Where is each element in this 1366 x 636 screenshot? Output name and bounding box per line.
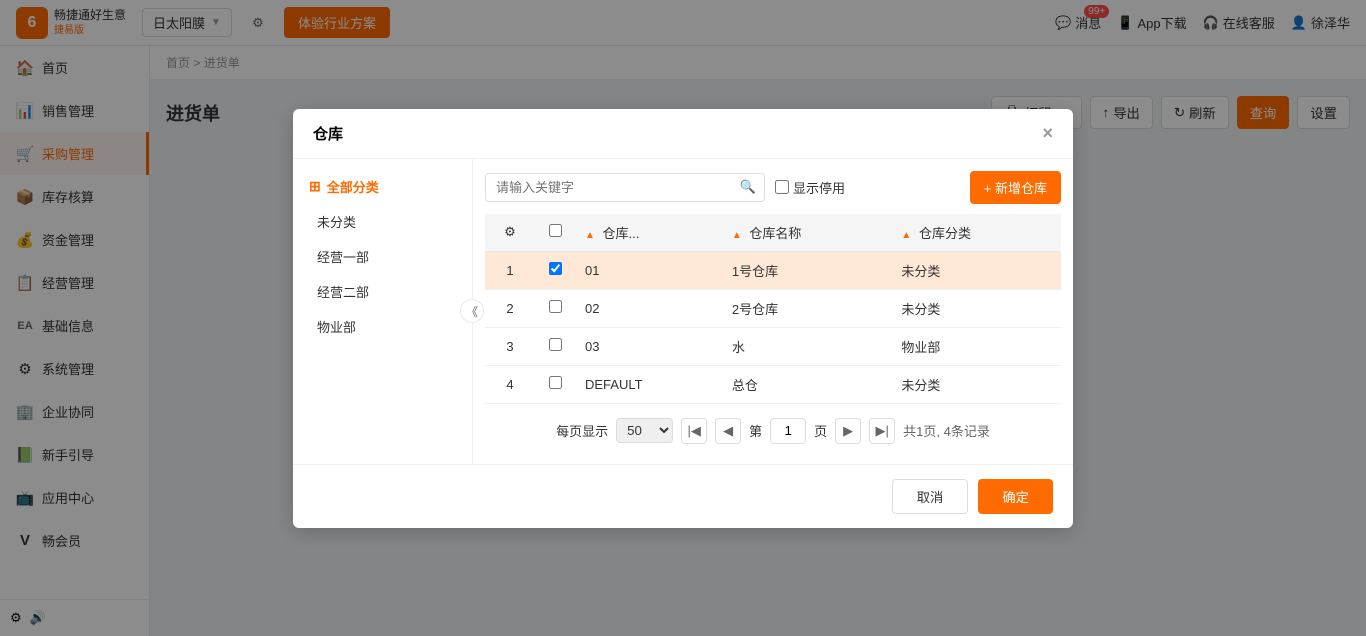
- th-category: ▲ 仓库分类: [891, 214, 1061, 252]
- row-checkbox-cell: [535, 365, 575, 403]
- warehouse-modal: 仓库 × ⊞ 全部分类 未分类 经营一部 经营二部 物业部 《: [293, 109, 1073, 528]
- category-item-property[interactable]: 物业部: [293, 309, 472, 344]
- show-disabled-checkbox[interactable]: [775, 180, 789, 194]
- table-row[interactable]: 2 02 2号仓库 未分类: [485, 289, 1061, 327]
- page-label: 第: [749, 421, 762, 440]
- sort-icon-cat: ▲: [901, 230, 911, 241]
- confirm-button[interactable]: 确定: [978, 479, 1053, 514]
- prev-page-button[interactable]: ◀: [715, 418, 741, 444]
- modal-title: 仓库: [313, 123, 343, 144]
- row-checkbox[interactable]: [549, 300, 562, 313]
- add-warehouse-button[interactable]: + 新增仓库: [970, 171, 1061, 204]
- category-sidebar: ⊞ 全部分类 未分类 经营一部 经营二部 物业部 《: [293, 159, 473, 464]
- row-category: 物业部: [891, 327, 1061, 365]
- row-name: 2号仓库: [722, 289, 892, 327]
- row-num: 1: [485, 251, 535, 289]
- table-row[interactable]: 3 03 水 物业部: [485, 327, 1061, 365]
- table-toolbar: 🔍 显示停用 + 新增仓库: [485, 171, 1061, 204]
- sort-icon-name: ▲: [732, 230, 742, 241]
- row-num: 3: [485, 327, 535, 365]
- row-category: 未分类: [891, 289, 1061, 327]
- modal-footer: 取消 确定: [293, 464, 1073, 528]
- pagination: 每页显示 50 100 |◀ ◀ 第 页 ▶ ▶| 共1页, 4条记录: [485, 404, 1061, 452]
- row-code: 03: [575, 327, 722, 365]
- row-checkbox[interactable]: [549, 376, 562, 389]
- row-checkbox-cell: [535, 289, 575, 327]
- row-code: 02: [575, 289, 722, 327]
- cancel-button[interactable]: 取消: [892, 479, 969, 514]
- modal-body: ⊞ 全部分类 未分类 经营一部 经营二部 物业部 《 🔍: [293, 159, 1073, 464]
- next-page-button[interactable]: ▶: [835, 418, 861, 444]
- category-all[interactable]: ⊞ 全部分类: [293, 169, 472, 204]
- grid-icon: ⊞: [309, 178, 321, 195]
- modal-header: 仓库 ×: [293, 109, 1073, 159]
- row-name: 水: [722, 327, 892, 365]
- th-checkbox: [535, 214, 575, 252]
- th-name: ▲ 仓库名称: [722, 214, 892, 252]
- row-name: 1号仓库: [722, 251, 892, 289]
- search-input-wrap: 🔍: [485, 173, 765, 202]
- row-name: 总仓: [722, 365, 892, 403]
- category-item-unclassified[interactable]: 未分类: [293, 204, 472, 239]
- show-disabled-label[interactable]: 显示停用: [775, 178, 845, 197]
- modal-close-button[interactable]: ×: [1042, 123, 1053, 144]
- search-input[interactable]: [486, 174, 732, 201]
- th-code: ▲ 仓库...: [575, 214, 722, 252]
- category-item-dept2[interactable]: 经营二部: [293, 274, 472, 309]
- row-code: DEFAULT: [575, 365, 722, 403]
- th-gear: ⚙: [485, 214, 535, 252]
- page-number-input[interactable]: [770, 418, 806, 444]
- row-checkbox-cell: [535, 251, 575, 289]
- row-num: 4: [485, 365, 535, 403]
- sort-icon: ▲: [585, 230, 595, 241]
- last-page-button[interactable]: ▶|: [869, 418, 895, 444]
- row-checkbox[interactable]: [549, 262, 562, 275]
- table-row[interactable]: 4 DEFAULT 总仓 未分类: [485, 365, 1061, 403]
- first-page-button[interactable]: |◀: [681, 418, 707, 444]
- page-suffix: 页: [814, 421, 827, 440]
- row-checkbox-cell: [535, 327, 575, 365]
- per-page-select[interactable]: 50 100: [616, 418, 673, 443]
- table-header-row: ⚙ ▲ 仓库... ▲ 仓库名称: [485, 214, 1061, 252]
- table-row[interactable]: 1 01 1号仓库 未分类: [485, 251, 1061, 289]
- select-all-checkbox[interactable]: [549, 224, 562, 237]
- category-item-dept1[interactable]: 经营一部: [293, 239, 472, 274]
- page-total: 共1页, 4条记录: [903, 421, 990, 440]
- table-area: 🔍 显示停用 + 新增仓库 ⚙: [473, 159, 1073, 464]
- row-category: 未分类: [891, 251, 1061, 289]
- row-code: 01: [575, 251, 722, 289]
- row-category: 未分类: [891, 365, 1061, 403]
- modal-overlay: 仓库 × ⊞ 全部分类 未分类 经营一部 经营二部 物业部 《: [0, 0, 1366, 636]
- collapse-button[interactable]: 《: [460, 299, 484, 323]
- warehouse-table: ⚙ ▲ 仓库... ▲ 仓库名称: [485, 214, 1061, 404]
- row-num: 2: [485, 289, 535, 327]
- search-icon[interactable]: 🔍: [732, 179, 764, 195]
- row-checkbox[interactable]: [549, 338, 562, 351]
- per-page-label: 每页显示: [556, 421, 608, 440]
